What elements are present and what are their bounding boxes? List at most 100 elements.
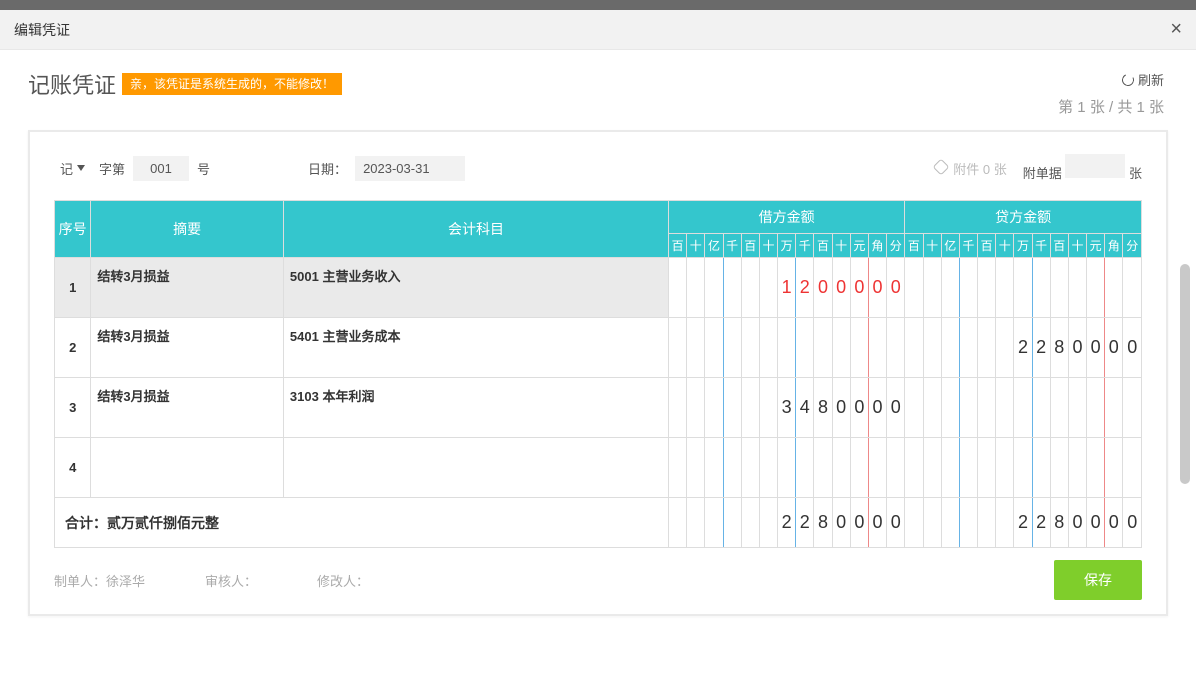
unit-header: 分 bbox=[887, 234, 905, 258]
digit-cell bbox=[1014, 258, 1032, 318]
digit-cell bbox=[959, 318, 977, 378]
row-summary[interactable]: 结转3月损益 bbox=[91, 318, 284, 378]
row-index: 4 bbox=[55, 438, 91, 498]
digit-cell bbox=[759, 318, 777, 378]
digit-cell: 0 bbox=[868, 378, 886, 438]
digit-cell: 0 bbox=[850, 378, 868, 438]
refresh-icon bbox=[1120, 72, 1135, 87]
digit-cell bbox=[1014, 438, 1032, 498]
scrollbar[interactable] bbox=[1180, 114, 1192, 618]
digit-cell: 0 bbox=[1087, 318, 1105, 378]
voucher-number-input[interactable] bbox=[133, 156, 189, 181]
digit-cell bbox=[1105, 258, 1123, 318]
digit-cell bbox=[814, 318, 832, 378]
digit-cell bbox=[1087, 258, 1105, 318]
row-account[interactable]: 3103 本年利润 bbox=[283, 378, 668, 438]
digit-cell bbox=[687, 378, 705, 438]
digit-cell bbox=[996, 438, 1014, 498]
attachment-link[interactable]: 附件 0 张 bbox=[935, 159, 1006, 178]
table-row: 3结转3月损益3103 本年利润3480000 bbox=[55, 378, 1142, 438]
digit-cell bbox=[1032, 258, 1050, 318]
digit-cell bbox=[1032, 438, 1050, 498]
digit-cell: 2 bbox=[796, 258, 814, 318]
unit-header: 百 bbox=[669, 234, 687, 258]
digit-cell bbox=[741, 438, 759, 498]
digit-cell bbox=[687, 318, 705, 378]
col-account: 会计科目 bbox=[283, 201, 668, 258]
digit-cell bbox=[996, 498, 1014, 548]
digit-cell bbox=[905, 438, 923, 498]
digit-cell bbox=[941, 318, 959, 378]
digit-cell: 2 bbox=[1014, 498, 1032, 548]
voucher-type-dropdown[interactable]: 记 bbox=[54, 156, 91, 181]
date-input[interactable] bbox=[355, 156, 465, 181]
digit-cell bbox=[832, 318, 850, 378]
modifier: 修改人： bbox=[317, 571, 369, 590]
col-debit: 借方金额 bbox=[669, 201, 905, 234]
digit-cell bbox=[687, 258, 705, 318]
digit-cell: 0 bbox=[814, 258, 832, 318]
date-label: 日期： bbox=[308, 159, 347, 178]
close-icon[interactable]: × bbox=[1170, 18, 1182, 41]
maker: 制单人：徐泽华 bbox=[54, 571, 145, 590]
row-account[interactable]: 5001 主营业务收入 bbox=[283, 258, 668, 318]
digit-cell: 0 bbox=[1068, 318, 1086, 378]
row-summary[interactable]: 结转3月损益 bbox=[91, 378, 284, 438]
digit-cell bbox=[996, 258, 1014, 318]
paperclip-icon bbox=[935, 161, 949, 176]
digit-cell bbox=[741, 378, 759, 438]
digit-cell bbox=[905, 258, 923, 318]
top-bar bbox=[0, 0, 1196, 10]
row-index: 1 bbox=[55, 258, 91, 318]
unit-header: 十 bbox=[923, 234, 941, 258]
row-index: 2 bbox=[55, 318, 91, 378]
digit-cell bbox=[868, 438, 886, 498]
save-button[interactable]: 保存 bbox=[1054, 560, 1142, 600]
digit-cell: 0 bbox=[850, 258, 868, 318]
unit-header: 百 bbox=[741, 234, 759, 258]
digit-cell bbox=[959, 438, 977, 498]
digit-cell bbox=[1123, 378, 1142, 438]
digit-cell bbox=[1050, 438, 1068, 498]
row-account[interactable] bbox=[283, 438, 668, 498]
digit-cell bbox=[905, 498, 923, 548]
unit-header: 十 bbox=[687, 234, 705, 258]
digit-cell: 8 bbox=[814, 498, 832, 548]
row-summary[interactable] bbox=[91, 438, 284, 498]
refresh-button[interactable]: 刷新 bbox=[1122, 70, 1164, 89]
page-title: 记账凭证 bbox=[28, 68, 116, 100]
unit-header: 十 bbox=[759, 234, 777, 258]
digit-cell bbox=[923, 258, 941, 318]
unit-header: 角 bbox=[868, 234, 886, 258]
digit-cell: 3 bbox=[778, 378, 796, 438]
col-credit: 贷方金额 bbox=[905, 201, 1142, 234]
unit-header: 百 bbox=[1050, 234, 1068, 258]
digit-cell bbox=[850, 438, 868, 498]
modal: 编辑凭证 × 记账凭证 亲，该凭证是系统生成的，不能修改！ 刷新 第 1 张 /… bbox=[0, 10, 1196, 638]
digit-cell bbox=[1050, 378, 1068, 438]
digit-cell bbox=[687, 498, 705, 548]
attach-doc-input[interactable] bbox=[1065, 154, 1125, 178]
digit-cell: 0 bbox=[1068, 498, 1086, 548]
digit-cell: 0 bbox=[1087, 498, 1105, 548]
digit-cell: 0 bbox=[1123, 318, 1142, 378]
scrollbar-thumb[interactable] bbox=[1180, 264, 1190, 484]
digit-cell bbox=[796, 438, 814, 498]
digit-cell bbox=[959, 498, 977, 548]
meta-right: 附件 0 张 附单据 张 bbox=[935, 154, 1142, 182]
digit-cell bbox=[759, 498, 777, 548]
digit-cell: 0 bbox=[868, 258, 886, 318]
digit-cell bbox=[705, 258, 723, 318]
voucher-card: 记 字第 号 日期： 附件 0 张 附单据 张 bbox=[28, 130, 1168, 616]
digit-cell bbox=[759, 378, 777, 438]
row-summary[interactable]: 结转3月损益 bbox=[91, 258, 284, 318]
row-account[interactable]: 5401 主营业务成本 bbox=[283, 318, 668, 378]
digit-cell: 2 bbox=[1014, 318, 1032, 378]
zidi-label: 字第 bbox=[99, 159, 125, 178]
digit-cell bbox=[705, 438, 723, 498]
digit-cell bbox=[1087, 438, 1105, 498]
digit-cell bbox=[978, 258, 996, 318]
unit-header: 千 bbox=[723, 234, 741, 258]
digit-cell bbox=[723, 318, 741, 378]
unit-header: 百 bbox=[905, 234, 923, 258]
